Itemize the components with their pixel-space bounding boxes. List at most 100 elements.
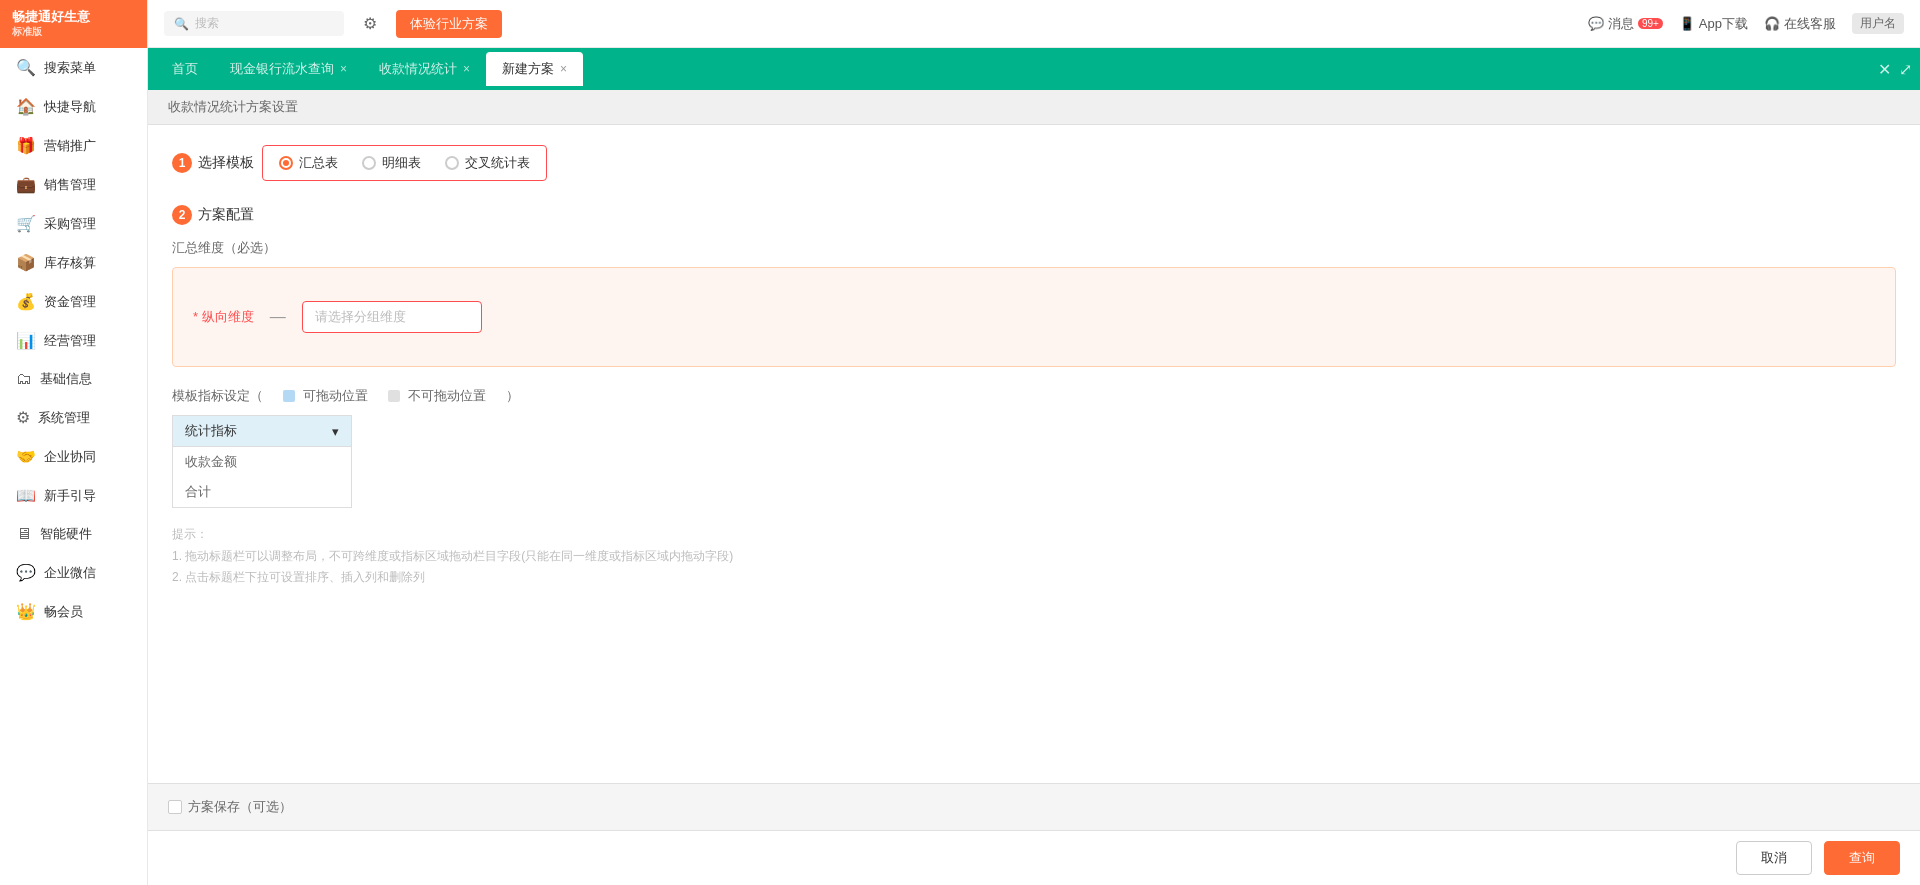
tip1: 1. 拖动标题栏可以调整布局，不可跨维度或指标区域拖动栏目字段(只能在同一维度或… <box>172 546 1896 568</box>
box-icon: 📦 <box>16 253 36 272</box>
dimension-config: 汇总维度（必选） * 纵向维度 — 请选择分组维度 <box>172 239 1896 367</box>
tab-receipts-label: 收款情况统计 <box>379 60 457 78</box>
sidebar: 畅捷通好生意 标准版 🔍 搜索菜单 🏠 快捷导航 🎁 营销推广 💼 销售管理 🛒… <box>0 0 148 885</box>
dimension-row: * 纵向维度 — 请选择分组维度 <box>193 301 482 333</box>
sidebar-item-label-operations: 经营管理 <box>44 332 96 350</box>
sidebar-item-marketing[interactable]: 🎁 营销推广 <box>0 126 147 165</box>
radio-summary-circle <box>279 156 293 170</box>
metrics-config: 模板指标设定（ 可拖动位置 不可拖动位置 ） 统计指标 <box>172 387 1896 508</box>
tab-bank-flow-close[interactable]: × <box>340 62 347 76</box>
sidebar-item-label-hardware: 智能硬件 <box>40 525 92 543</box>
service-label: 在线客服 <box>1784 15 1836 33</box>
page-header-text: 收款情况统计方案设置 <box>168 99 298 114</box>
metrics-table: 统计指标 ▾ 收款金额 合计 <box>172 415 352 508</box>
tab-new-plan-label: 新建方案 <box>502 60 554 78</box>
wechat-icon: 💬 <box>16 563 36 582</box>
dimension-title: 汇总维度（必选） <box>172 239 1896 257</box>
download-label: App下载 <box>1699 15 1748 33</box>
dimension-area: * 纵向维度 — 请选择分组维度 <box>172 267 1896 367</box>
tip2: 2. 点击标题栏下拉可设置排序、插入列和删除列 <box>172 567 1896 589</box>
metrics-row-amount: 收款金额 <box>173 447 351 477</box>
nondraggable-label: 不可拖动位置 <box>408 387 486 405</box>
step1-badge: 1 <box>172 153 192 173</box>
sidebar-item-label-wechat: 企业微信 <box>44 564 96 582</box>
radio-detail-label: 明细表 <box>382 154 421 172</box>
gear-icon: ⚙ <box>16 408 30 427</box>
sidebar-item-basics[interactable]: 🗂 基础信息 <box>0 360 147 398</box>
tab-home[interactable]: 首页 <box>156 52 214 86</box>
sidebar-item-system[interactable]: ⚙ 系统管理 <box>0 398 147 437</box>
footer-area: 方案保存（可选） <box>148 783 1920 830</box>
sidebar-item-label-marketing: 营销推广 <box>44 137 96 155</box>
cart-icon: 🛒 <box>16 214 36 233</box>
tab-bank-flow[interactable]: 现金银行流水查询 × <box>214 52 363 86</box>
close-paren: ） <box>506 387 519 405</box>
tab-expand-icon[interactable]: ⤢ <box>1899 60 1912 79</box>
sidebar-item-sales[interactable]: 💼 销售管理 <box>0 165 147 204</box>
main-area: 🔍 搜索 ⚙ 体验行业方案 💬 消息 99+ 📱 App下载 🎧 在线客服 用户… <box>148 0 1920 885</box>
message-button[interactable]: 💬 消息 99+ <box>1588 15 1663 33</box>
service-button[interactable]: 🎧 在线客服 <box>1764 15 1836 33</box>
dimension-arrow-icon: — <box>270 308 286 326</box>
topbar-right: 💬 消息 99+ 📱 App下载 🎧 在线客服 用户名 <box>1588 13 1904 34</box>
message-icon: 💬 <box>1588 16 1604 31</box>
nav-tabs: 首页 现金银行流水查询 × 收款情况统计 × 新建方案 × ✕ ⤢ <box>148 48 1920 90</box>
tab-close-icon[interactable]: ✕ <box>1878 60 1891 79</box>
step1-section: 1 选择模板 汇总表 明细表 <box>172 145 1896 181</box>
metrics-dropdown-icon[interactable]: ▾ <box>332 424 339 439</box>
legend-draggable: 可拖动位置 <box>283 387 368 405</box>
sidebar-item-collab[interactable]: 🤝 企业协同 <box>0 437 147 476</box>
service-icon: 🎧 <box>1764 16 1780 31</box>
sidebar-item-inventory[interactable]: 📦 库存核算 <box>0 243 147 282</box>
tab-receipts-stats[interactable]: 收款情况统计 × <box>363 52 486 86</box>
topbar-search[interactable]: 🔍 搜索 <box>164 11 344 36</box>
logo-text: 畅捷通好生意 <box>12 9 90 25</box>
dimension-row-label: * 纵向维度 <box>193 308 254 326</box>
download-icon: 📱 <box>1679 16 1695 31</box>
sidebar-item-finance[interactable]: 💰 资金管理 <box>0 282 147 321</box>
tab-new-plan[interactable]: 新建方案 × <box>486 52 583 86</box>
sidebar-item-label-purchase: 采购管理 <box>44 215 96 233</box>
download-button[interactable]: 📱 App下载 <box>1679 15 1748 33</box>
radio-summary[interactable]: 汇总表 <box>279 154 338 172</box>
save-option[interactable]: 方案保存（可选） <box>168 798 292 816</box>
metrics-table-header[interactable]: 统计指标 ▾ <box>173 416 351 447</box>
sidebar-item-operations[interactable]: 📊 经营管理 <box>0 321 147 360</box>
guide-icon: 📖 <box>16 486 36 505</box>
message-badge: 99+ <box>1638 18 1663 29</box>
user-avatar[interactable]: 用户名 <box>1852 13 1904 34</box>
radio-cross-circle <box>445 156 459 170</box>
tab-new-plan-close[interactable]: × <box>560 62 567 76</box>
metrics-row-total: 合计 <box>173 477 351 507</box>
save-checkbox[interactable] <box>168 800 182 814</box>
money-icon: 💰 <box>16 292 36 311</box>
collab-icon: 🤝 <box>16 447 36 466</box>
sidebar-item-quick-nav[interactable]: 🏠 快捷导航 <box>0 87 147 126</box>
settings-button[interactable]: ⚙ <box>356 10 384 38</box>
content-area: 收款情况统计方案设置 1 选择模板 汇总表 明细 <box>148 90 1920 885</box>
step1-title: 1 选择模板 汇总表 明细表 <box>172 145 1896 181</box>
cancel-button[interactable]: 取消 <box>1736 841 1812 875</box>
sidebar-item-member[interactable]: 👑 畅会员 <box>0 592 147 631</box>
metrics-header: 模板指标设定（ 可拖动位置 不可拖动位置 ） <box>172 387 1896 405</box>
radio-cross[interactable]: 交叉统计表 <box>445 154 530 172</box>
sidebar-item-label-guide: 新手引导 <box>44 487 96 505</box>
dimension-select[interactable]: 请选择分组维度 <box>302 301 482 333</box>
message-label: 消息 <box>1608 15 1634 33</box>
save-label: 方案保存（可选） <box>188 798 292 816</box>
sidebar-item-hardware[interactable]: 🖥 智能硬件 <box>0 515 147 553</box>
step2-label: 方案配置 <box>198 206 254 224</box>
sidebar-item-wechat[interactable]: 💬 企业微信 <box>0 553 147 592</box>
tab-controls: ✕ ⤢ <box>1878 60 1912 79</box>
tab-receipts-close[interactable]: × <box>463 62 470 76</box>
step1-label: 选择模板 <box>198 154 254 172</box>
sidebar-item-search-menu[interactable]: 🔍 搜索菜单 <box>0 48 147 87</box>
folder-icon: 🗂 <box>16 370 32 388</box>
home-icon: 🏠 <box>16 97 36 116</box>
logo-version: 标准版 <box>12 25 90 39</box>
sidebar-item-guide[interactable]: 📖 新手引导 <box>0 476 147 515</box>
trial-button[interactable]: 体验行业方案 <box>396 10 502 38</box>
sidebar-item-purchase[interactable]: 🛒 采购管理 <box>0 204 147 243</box>
radio-detail[interactable]: 明细表 <box>362 154 421 172</box>
confirm-button[interactable]: 查询 <box>1824 841 1900 875</box>
